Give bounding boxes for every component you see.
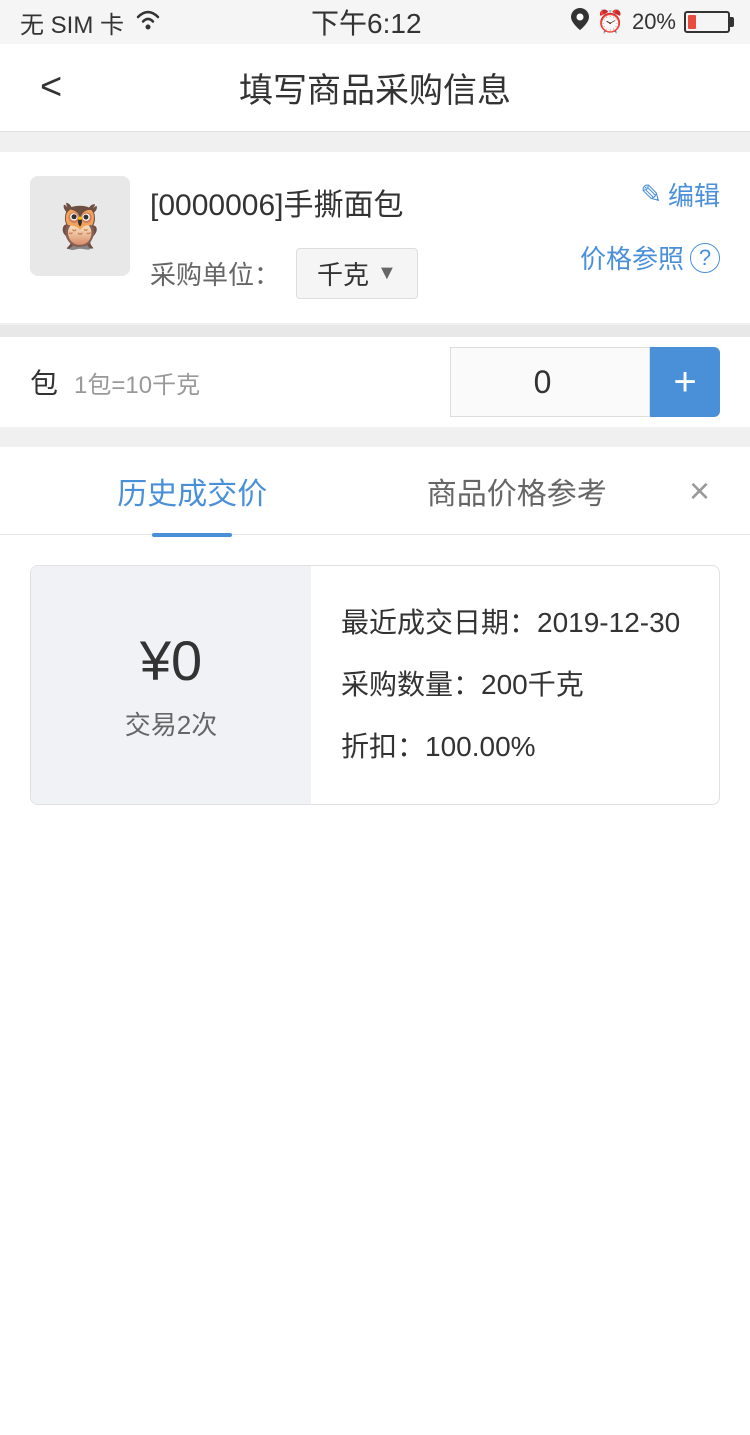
qty-input[interactable]	[450, 347, 650, 417]
product-actions: ✎ 编辑 价格参照 ?	[580, 176, 720, 276]
product-thumbnail: 🦉	[30, 176, 130, 276]
location-icon	[571, 8, 589, 36]
carrier-text: 无 SIM 卡	[20, 5, 124, 40]
product-card: 🦉 [0000006]手撕面包 采购单位： 千克 ▼ ✎ 编辑	[0, 152, 750, 323]
edit-button[interactable]: ✎ 编辑	[640, 176, 720, 213]
qty-conversion: 1包=10千克	[74, 365, 450, 400]
nav-bar: < 填写商品采购信息	[0, 44, 750, 132]
qty-input-group: +	[450, 347, 720, 417]
tab-close-button[interactable]: ×	[679, 460, 720, 522]
qty-unit-label: 包	[30, 362, 58, 402]
quantity-row: 包 1包=10千克 +	[0, 337, 750, 427]
recent-date-row: 最近成交日期：2019-12-30	[341, 602, 689, 644]
status-time: 下午6:12	[311, 2, 422, 42]
unit-select[interactable]: 千克 ▼	[296, 248, 418, 299]
price-summary: ¥0 交易2次	[31, 566, 311, 804]
discount-row: 折扣：100.00%	[341, 726, 689, 768]
unit-label: 采购单位：	[150, 255, 280, 292]
product-info: [0000006]手撕面包 采购单位： 千克 ▼	[150, 176, 418, 299]
trade-count: 交易2次	[125, 705, 217, 742]
status-right: ⏰ 20%	[571, 8, 730, 36]
price-amount: ¥0	[140, 628, 202, 693]
section-divider	[0, 325, 750, 337]
tab-product-price-ref[interactable]: 商品价格参考	[354, 445, 678, 537]
battery-percent: 20%	[632, 9, 676, 35]
back-button[interactable]: <	[30, 56, 72, 119]
tabs-section: 历史成交价 商品价格参考 × ¥0 交易2次 最近成交日期：2019-12-30…	[0, 447, 750, 835]
quantity-section: 包 1包=10千克 +	[0, 325, 750, 427]
unit-dropdown-icon: ▼	[377, 262, 397, 285]
price-reference-button[interactable]: 价格参照 ?	[580, 239, 720, 276]
unit-value: 千克	[317, 255, 369, 292]
wifi-icon	[134, 8, 162, 37]
status-left: 无 SIM 卡	[20, 5, 162, 40]
edit-icon: ✎	[640, 179, 662, 210]
bottom-space	[0, 835, 750, 1435]
price-details: 最近成交日期：2019-12-30 采购数量：200千克 折扣：100.00%	[311, 566, 719, 804]
price-card: ¥0 交易2次 最近成交日期：2019-12-30 采购数量：200千克 折扣：…	[30, 565, 720, 805]
tab-history-price[interactable]: 历史成交价	[30, 445, 354, 537]
tabs-header: 历史成交价 商品价格参考 ×	[0, 447, 750, 535]
qty-plus-button[interactable]: +	[650, 347, 720, 417]
tab-content-history: ¥0 交易2次 最近成交日期：2019-12-30 采购数量：200千克 折扣：…	[0, 535, 750, 835]
purchase-qty-row: 采购数量：200千克	[341, 664, 689, 706]
product-logo-icon: 🦉	[53, 200, 108, 252]
help-icon: ?	[690, 243, 720, 273]
product-name: [0000006]手撕面包	[150, 180, 418, 224]
page-title: 填写商品采购信息	[239, 63, 511, 112]
alarm-icon: ⏰	[597, 9, 624, 35]
battery-icon	[684, 11, 730, 33]
status-bar: 无 SIM 卡 下午6:12 ⏰ 20%	[0, 0, 750, 44]
